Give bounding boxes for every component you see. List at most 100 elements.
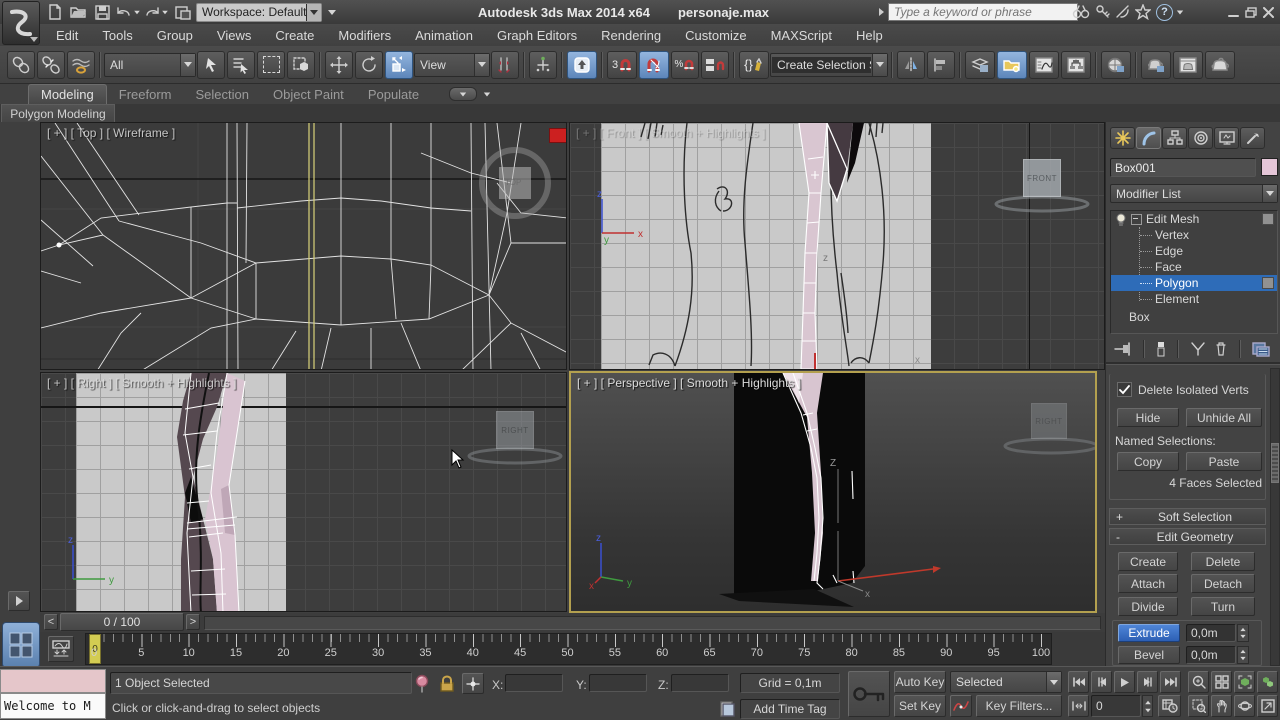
zoom-extents-all-button[interactable] [1257, 671, 1278, 693]
named-selection-sets-dropdown[interactable]: Create Selection Se [770, 52, 888, 77]
previous-frame-button[interactable]: < [44, 614, 58, 630]
stack-row-polygon-selected[interactable]: Polygon [1111, 275, 1277, 291]
maxscript-mini-listener-pink[interactable] [0, 669, 106, 693]
configure-modifier-sets-icon[interactable] [1252, 341, 1270, 357]
auto-key-button[interactable]: Auto Key [894, 671, 946, 693]
soft-selection-rollout-header[interactable]: + Soft Selection [1109, 508, 1266, 525]
maxscript-mini-listener-white[interactable]: Welcome to M [0, 693, 106, 719]
copy-button[interactable]: Copy [1117, 452, 1179, 471]
panel-scrollbar-thumb[interactable] [1271, 443, 1279, 483]
z-coordinate-field[interactable] [671, 674, 729, 692]
keyboard-shortcut-override-toggle[interactable] [567, 50, 597, 79]
stack-row-face[interactable]: Face [1111, 259, 1277, 275]
previous-frame-button[interactable] [1091, 671, 1112, 693]
redo-button[interactable] [143, 2, 169, 22]
bevel-button[interactable]: Bevel [1118, 646, 1180, 664]
select-and-rotate-button[interactable] [355, 50, 383, 79]
menu-help[interactable]: Help [844, 28, 895, 43]
use-pivot-point-center-button[interactable] [491, 50, 519, 79]
polygon-enable-toggle[interactable] [1262, 277, 1274, 289]
viewport-front-label[interactable]: [ + ] [ Front ] [ Smooth + Highlights ] [576, 126, 765, 140]
viewport-right[interactable]: [ + ] [ Right ] [ Smooth + Highlights ] … [40, 372, 567, 612]
new-scene-button[interactable] [45, 2, 65, 22]
viewport-perspective[interactable]: Z x [ + ] [ Perspective ] [ Smooth + Hig… [569, 371, 1097, 613]
detach-button[interactable]: Detach [1191, 574, 1255, 593]
select-and-scale-button[interactable] [385, 50, 413, 79]
stack-row-element[interactable]: Element [1111, 291, 1277, 307]
orbit-button[interactable] [1234, 695, 1255, 717]
go-to-start-button[interactable] [1068, 671, 1089, 693]
set-key-button[interactable]: Set Key [894, 695, 946, 717]
menu-views[interactable]: Views [205, 28, 263, 43]
attach-button[interactable]: Attach [1118, 574, 1178, 593]
search-input[interactable] [888, 3, 1078, 21]
workspace-flyout-icon[interactable] [328, 9, 336, 15]
hierarchy-tab[interactable] [1162, 127, 1187, 149]
pin-stack-icon[interactable] [1114, 341, 1132, 357]
viewcube-perspective[interactable]: RIGHT [1031, 403, 1067, 439]
viewport-top-label[interactable]: [ + ] [ Top ] [ Wireframe ] [47, 126, 175, 140]
add-time-tag-button[interactable]: Add Time Tag [740, 699, 840, 719]
ribbon-minimize-button[interactable] [449, 87, 478, 101]
extrude-spinner[interactable] [1237, 624, 1249, 642]
key-mode-toggle[interactable] [1068, 695, 1089, 717]
modify-tab[interactable] [1136, 127, 1161, 149]
menu-rendering[interactable]: Rendering [589, 28, 673, 43]
bevel-amount-field[interactable]: 0,0m [1186, 646, 1236, 664]
frame-spinner[interactable] [1142, 695, 1153, 717]
viewport-front[interactable]: z x [ + ] [ Front ] [ Smooth + Highlight… [569, 122, 1105, 370]
play-button[interactable] [1114, 671, 1135, 693]
select-and-link-button[interactable] [7, 50, 35, 79]
open-listener-icon[interactable] [720, 701, 735, 718]
set-keys-button[interactable] [848, 671, 890, 717]
bind-to-space-warp-button[interactable] [67, 50, 95, 79]
spinner-snap-toggle[interactable] [701, 50, 729, 79]
isolate-selection-toggle[interactable] [414, 674, 430, 694]
track-ruler[interactable]: 0 0 5 10 15 20 25 30 35 40 45 50 55 60 65 70 75 80 85 90 95… [85, 633, 1052, 665]
motion-tab[interactable] [1188, 127, 1213, 149]
ribbon-tab-object-paint[interactable]: Object Paint [261, 85, 356, 104]
manage-layers-button[interactable] [965, 50, 995, 79]
utilities-tab[interactable] [1240, 127, 1265, 149]
align-button[interactable] [927, 50, 955, 79]
modifier-enable-toggle[interactable] [1262, 213, 1274, 225]
paste-button[interactable]: Paste [1186, 452, 1262, 471]
stack-row-edge[interactable]: Edge [1111, 243, 1277, 259]
extrude-amount-field[interactable]: 0,0m [1186, 624, 1236, 642]
zoom-region-button[interactable] [1188, 695, 1209, 717]
menu-customize[interactable]: Customize [673, 28, 758, 43]
save-file-button[interactable] [91, 2, 113, 22]
object-name-field[interactable]: Box001 [1110, 158, 1256, 177]
hide-button[interactable]: Hide [1117, 408, 1179, 427]
selection-lock-toggle[interactable] [438, 674, 456, 694]
restore-button[interactable] [1245, 6, 1257, 18]
create-button[interactable]: Create [1118, 552, 1178, 571]
snaps-toggle-3d[interactable]: 3 [607, 50, 637, 79]
selection-set-dropdown[interactable]: Selected [950, 671, 1062, 693]
unlink-selection-button[interactable] [37, 50, 65, 79]
select-by-name-button[interactable] [227, 50, 255, 79]
default-tangent-button[interactable] [950, 695, 972, 717]
angle-snap-toggle[interactable] [639, 50, 669, 79]
extrude-button[interactable]: Extrude [1118, 624, 1180, 642]
bevel-spinner[interactable] [1237, 646, 1249, 664]
select-object-button[interactable] [197, 50, 225, 79]
selection-filter-dropdown[interactable]: All [104, 52, 196, 77]
maximize-viewport-toggle[interactable] [1257, 695, 1278, 717]
menu-animation[interactable]: Animation [403, 28, 485, 43]
ribbon-tab-modeling[interactable]: Modeling [28, 84, 107, 104]
zoom-button[interactable] [1188, 671, 1209, 693]
material-editor-button[interactable] [1101, 50, 1131, 79]
lightbulb-icon[interactable] [1115, 213, 1127, 226]
workspace-dropdown[interactable]: Workspace: Default [196, 2, 322, 22]
ribbon-tab-freeform[interactable]: Freeform [107, 85, 184, 104]
viewcube-top-label[interactable]: TOP [505, 178, 521, 187]
zoom-extents-button[interactable] [1234, 671, 1255, 693]
window-crossing-toggle[interactable] [287, 50, 315, 79]
help-button[interactable]: ? [1156, 3, 1184, 21]
viewport-top[interactable]: [ + ] [ Top ] [ Wireframe ] TOP [40, 122, 567, 370]
edit-geometry-rollout-header[interactable]: - Edit Geometry [1109, 528, 1266, 545]
next-frame-button[interactable] [1137, 671, 1158, 693]
render-production-button[interactable] [1205, 50, 1235, 79]
stack-row-box[interactable]: Box [1111, 307, 1277, 327]
